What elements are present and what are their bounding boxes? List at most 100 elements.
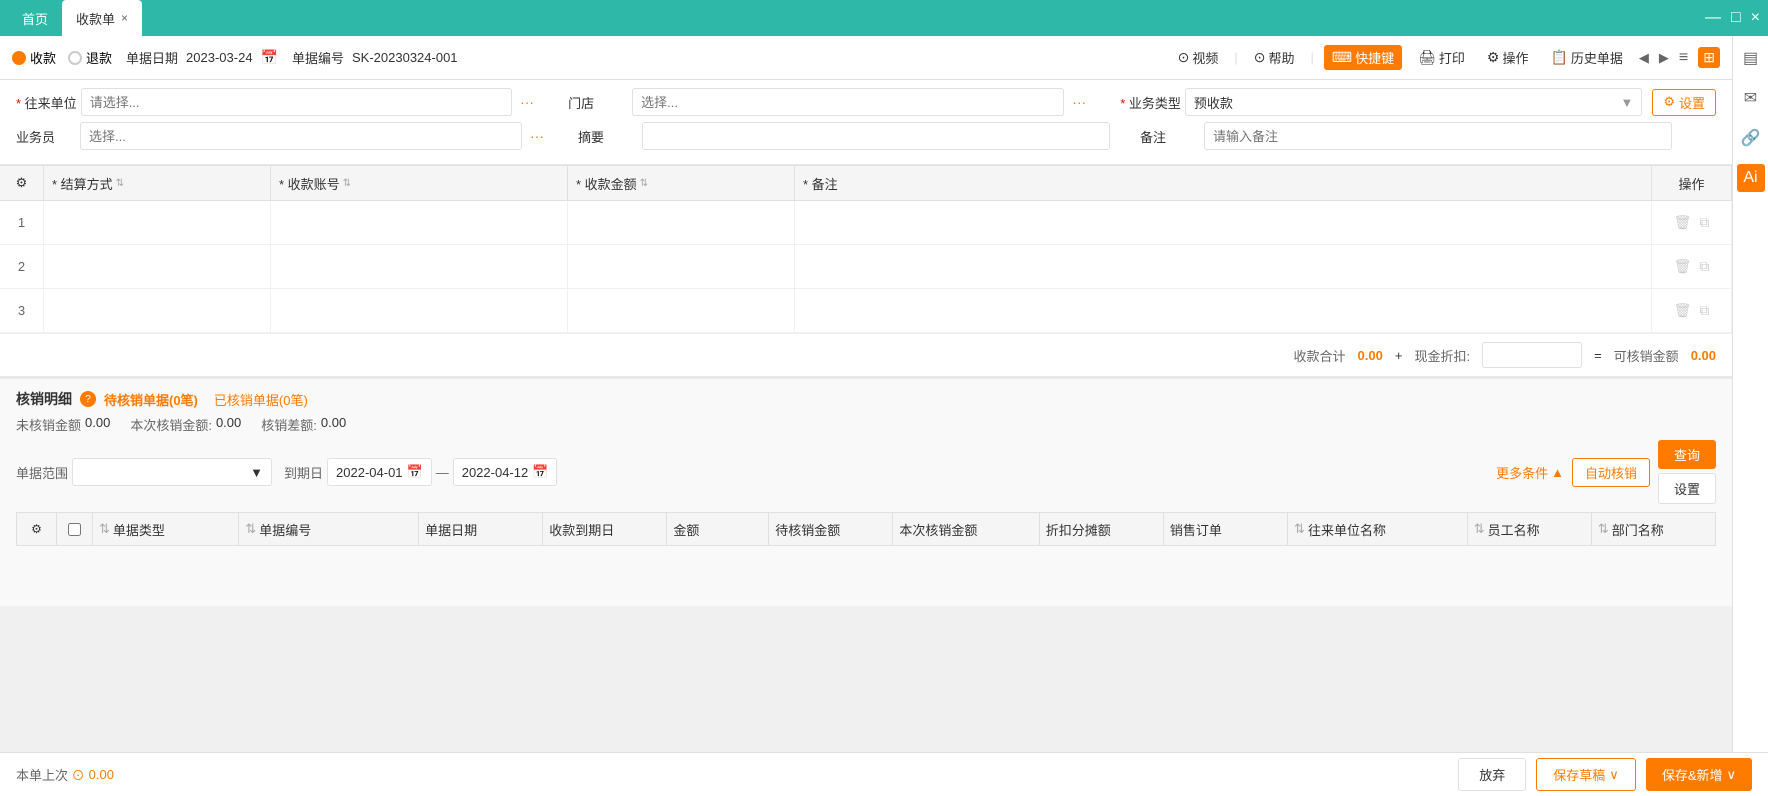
save-new-arrow[interactable]: ∨	[1726, 767, 1736, 783]
nav-right-icon[interactable]: ▶	[1659, 50, 1669, 66]
date-from-picker[interactable]: 2022-04-01 📅	[327, 458, 432, 486]
th-settings[interactable]: ⚙	[0, 166, 44, 200]
sort-settlement[interactable]: ⇅	[116, 178, 124, 189]
store-more-icon[interactable]: ···	[1068, 94, 1090, 110]
settings-button[interactable]: ⚙ 设置	[1652, 89, 1716, 116]
sort-store-icon[interactable]: ⇅	[1598, 521, 1609, 537]
counterpart-input[interactable]	[81, 88, 512, 116]
print-btn[interactable]: 🖨 打印	[1412, 46, 1471, 69]
account-input-1[interactable]	[279, 209, 559, 237]
sort-account[interactable]: ⇅	[343, 178, 351, 189]
tab-close-icon[interactable]: ×	[121, 11, 128, 25]
print-icon: 🖨	[1418, 49, 1436, 66]
help-btn[interactable]: ⊙ 帮助	[1248, 46, 1301, 69]
verify-info-icon[interactable]: ?	[80, 391, 96, 407]
remark-input-1[interactable]	[803, 209, 1643, 237]
rp-table-icon[interactable]: ▤	[1737, 44, 1765, 72]
bottom-info-icon[interactable]: ⊙	[72, 768, 85, 783]
delete-icon-1[interactable]: 🗑	[1674, 214, 1692, 231]
td-amount-3[interactable]	[568, 289, 795, 332]
sort-employee-icon[interactable]: ⇅	[1474, 521, 1485, 537]
account-input-3[interactable]	[279, 297, 559, 325]
td-amount-2[interactable]	[568, 245, 795, 288]
receipt-radio[interactable]: 收款	[12, 48, 56, 67]
discount-input[interactable]	[1482, 342, 1582, 368]
notes-input[interactable]	[1204, 122, 1672, 150]
rp-link-icon[interactable]: 🔗	[1737, 124, 1765, 152]
calendar-to-icon: 📅	[532, 464, 548, 480]
grid-icon[interactable]: ⊞	[1698, 47, 1720, 68]
biz-type-select[interactable]: 预收款 ▼	[1185, 88, 1642, 116]
auto-verify-btn[interactable]: 自动核销	[1572, 458, 1650, 487]
rp-email-icon[interactable]: ✉	[1737, 84, 1765, 112]
date-to-picker[interactable]: 2022-04-12 📅	[453, 458, 558, 486]
list-icon[interactable]: ≡	[1679, 49, 1688, 67]
td-settlement-2[interactable]	[44, 245, 271, 288]
td-remark-3[interactable]	[795, 289, 1652, 332]
salesperson-input[interactable]	[80, 122, 522, 150]
nav-left-icon[interactable]: ◀	[1639, 50, 1649, 66]
copy-icon-1[interactable]: ⧉	[1699, 214, 1709, 231]
remark-input-3[interactable]	[803, 297, 1643, 325]
td-remark-1[interactable]	[795, 201, 1652, 244]
shortcut-btn[interactable]: ⌨ 快捷键	[1324, 45, 1402, 70]
td-account-3[interactable]	[271, 289, 568, 332]
verify-settings-btn[interactable]: 设置	[1658, 473, 1716, 504]
range-select[interactable]: ▼	[72, 458, 272, 486]
refund-radio[interactable]: 退款	[68, 48, 112, 67]
tab-home[interactable]: 首页	[8, 0, 62, 36]
save-draft-label: 保存草稿	[1553, 765, 1605, 784]
save-draft-btn[interactable]: 保存草稿 ∨	[1536, 758, 1636, 791]
tab-receipt[interactable]: 收款单 ×	[62, 0, 142, 36]
salesperson-more-icon[interactable]: ···	[526, 128, 548, 144]
settlement-input-3[interactable]	[52, 297, 262, 325]
copy-icon-2[interactable]: ⧉	[1699, 258, 1709, 275]
more-conditions-btn[interactable]: 更多条件 ▲	[1496, 463, 1564, 482]
amount-input-2[interactable]	[576, 253, 786, 281]
sort-counterpart-icon[interactable]: ⇅	[1294, 521, 1305, 537]
operation-btn[interactable]: ⚙ 操作	[1481, 46, 1535, 69]
sort-amount[interactable]: ⇅	[640, 178, 648, 189]
vth-counterpart: ⇅ 往来单位名称	[1288, 513, 1468, 545]
vth-settings[interactable]: ⚙	[17, 513, 57, 545]
diff-label: 核销差额:	[261, 415, 317, 434]
store-input[interactable]	[632, 88, 1064, 116]
settlement-input-2[interactable]	[52, 253, 262, 281]
td-amount-1[interactable]	[568, 201, 795, 244]
td-remark-2[interactable]	[795, 245, 1652, 288]
abandon-btn[interactable]: 放弃	[1458, 758, 1526, 791]
pending-tab[interactable]: 待核销单据(0笔)	[104, 390, 198, 409]
delete-icon-2[interactable]: 🗑	[1674, 258, 1692, 275]
amount-input-3[interactable]	[576, 297, 786, 325]
right-panel: ▤ ✉ 🔗 Ai	[1732, 36, 1768, 752]
counterpart-more-icon[interactable]: ···	[516, 94, 538, 110]
remark-input-2[interactable]	[803, 253, 1643, 281]
table-row: 3 🗑 ⧉	[0, 289, 1732, 333]
td-settlement-3[interactable]	[44, 289, 271, 332]
sep1: |	[1234, 50, 1237, 65]
history-btn[interactable]: 📋 历史单据	[1544, 46, 1628, 69]
summary-input[interactable]	[642, 122, 1110, 150]
select-all-checkbox[interactable]	[68, 523, 81, 536]
copy-icon-3[interactable]: ⧉	[1699, 302, 1709, 319]
amount-input-1[interactable]	[576, 209, 786, 237]
video-btn[interactable]: ⊙ 视频	[1172, 46, 1225, 69]
save-draft-arrow[interactable]: ∨	[1609, 767, 1619, 783]
td-account-1[interactable]	[271, 201, 568, 244]
save-new-btn[interactable]: 保存&新增 ∨	[1646, 758, 1752, 791]
rp-ai-icon[interactable]: Ai	[1737, 164, 1765, 192]
maximize-icon[interactable]: □	[1731, 9, 1741, 27]
sort-no-icon[interactable]: ⇅	[245, 521, 256, 537]
vth-checkbox[interactable]	[57, 513, 93, 545]
minimize-icon[interactable]: —	[1705, 9, 1721, 27]
calendar-icon[interactable]: 📅	[261, 49, 278, 66]
close-icon[interactable]: ×	[1751, 9, 1760, 27]
sort-type-icon[interactable]: ⇅	[99, 521, 110, 537]
delete-icon-3[interactable]: 🗑	[1674, 302, 1692, 319]
settlement-input-1[interactable]	[52, 209, 262, 237]
td-account-2[interactable]	[271, 245, 568, 288]
account-input-2[interactable]	[279, 253, 559, 281]
td-settlement-1[interactable]	[44, 201, 271, 244]
query-btn[interactable]: 查询	[1658, 440, 1716, 469]
done-tab[interactable]: 已核销单据(0笔)	[214, 390, 308, 409]
